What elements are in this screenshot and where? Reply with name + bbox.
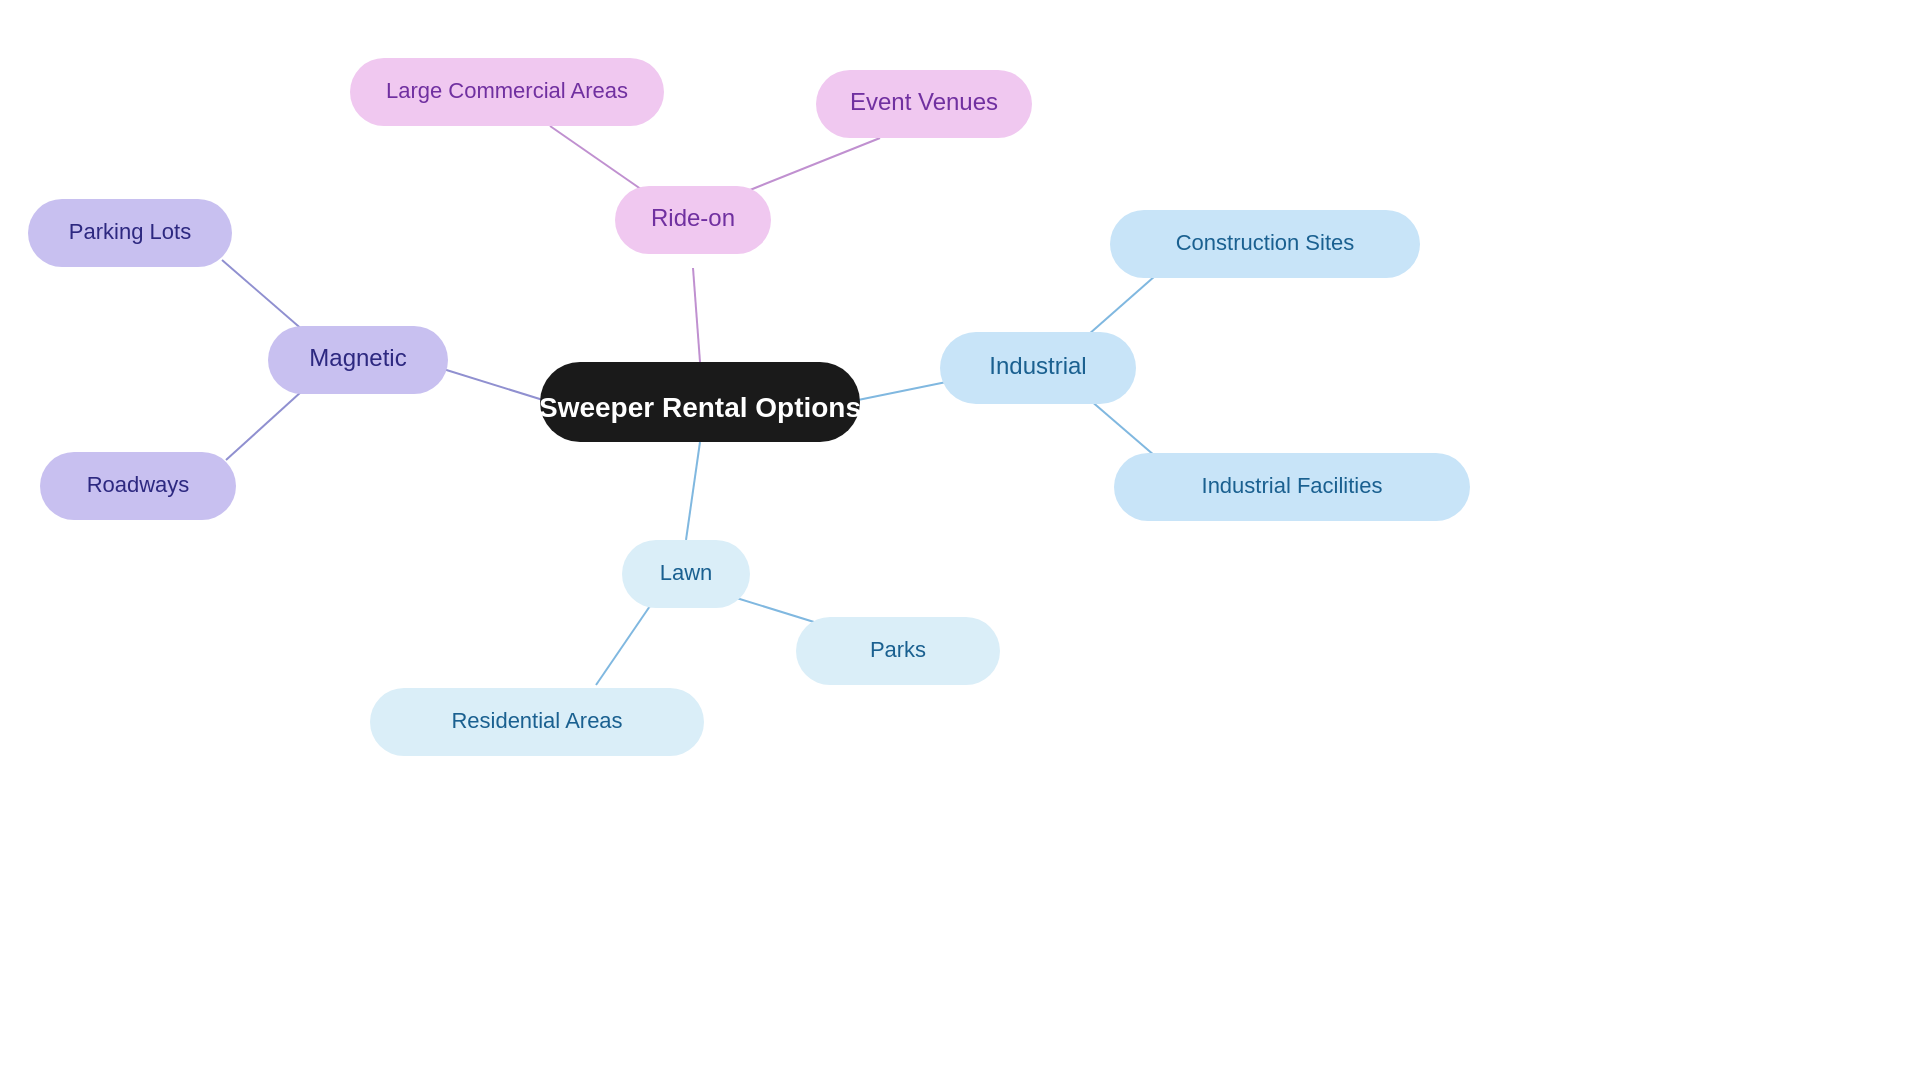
line-center-magnetic	[440, 368, 543, 400]
construction-sites-node-label: Construction Sites	[1176, 230, 1355, 255]
line-industrial-facilities	[1090, 400, 1162, 462]
line-rideon-event-venues	[740, 138, 880, 194]
line-center-lawn	[686, 442, 700, 540]
industrial-facilities-node-label: Industrial Facilities	[1202, 473, 1383, 498]
event-venues-node-label: Event Venues	[850, 88, 998, 115]
large-commercial-node-label: Large Commercial Areas	[386, 78, 628, 103]
line-center-rideon	[693, 268, 700, 362]
lawn-node-label: Lawn	[660, 560, 713, 585]
magnetic-node-label: Magnetic	[309, 344, 406, 371]
industrial-node-label: Industrial	[989, 352, 1086, 379]
roadways-node-label: Roadways	[87, 472, 190, 497]
parks-node-label: Parks	[870, 637, 926, 662]
line-rideon-large-commercial	[550, 126, 648, 194]
rideon-node-label: Ride-on	[651, 204, 735, 231]
line-lawn-residential	[596, 606, 650, 685]
parking-lots-node-label: Parking Lots	[69, 219, 191, 244]
center-node-label: Sweeper Rental Options	[539, 392, 861, 423]
residential-areas-node-label: Residential Areas	[451, 708, 622, 733]
